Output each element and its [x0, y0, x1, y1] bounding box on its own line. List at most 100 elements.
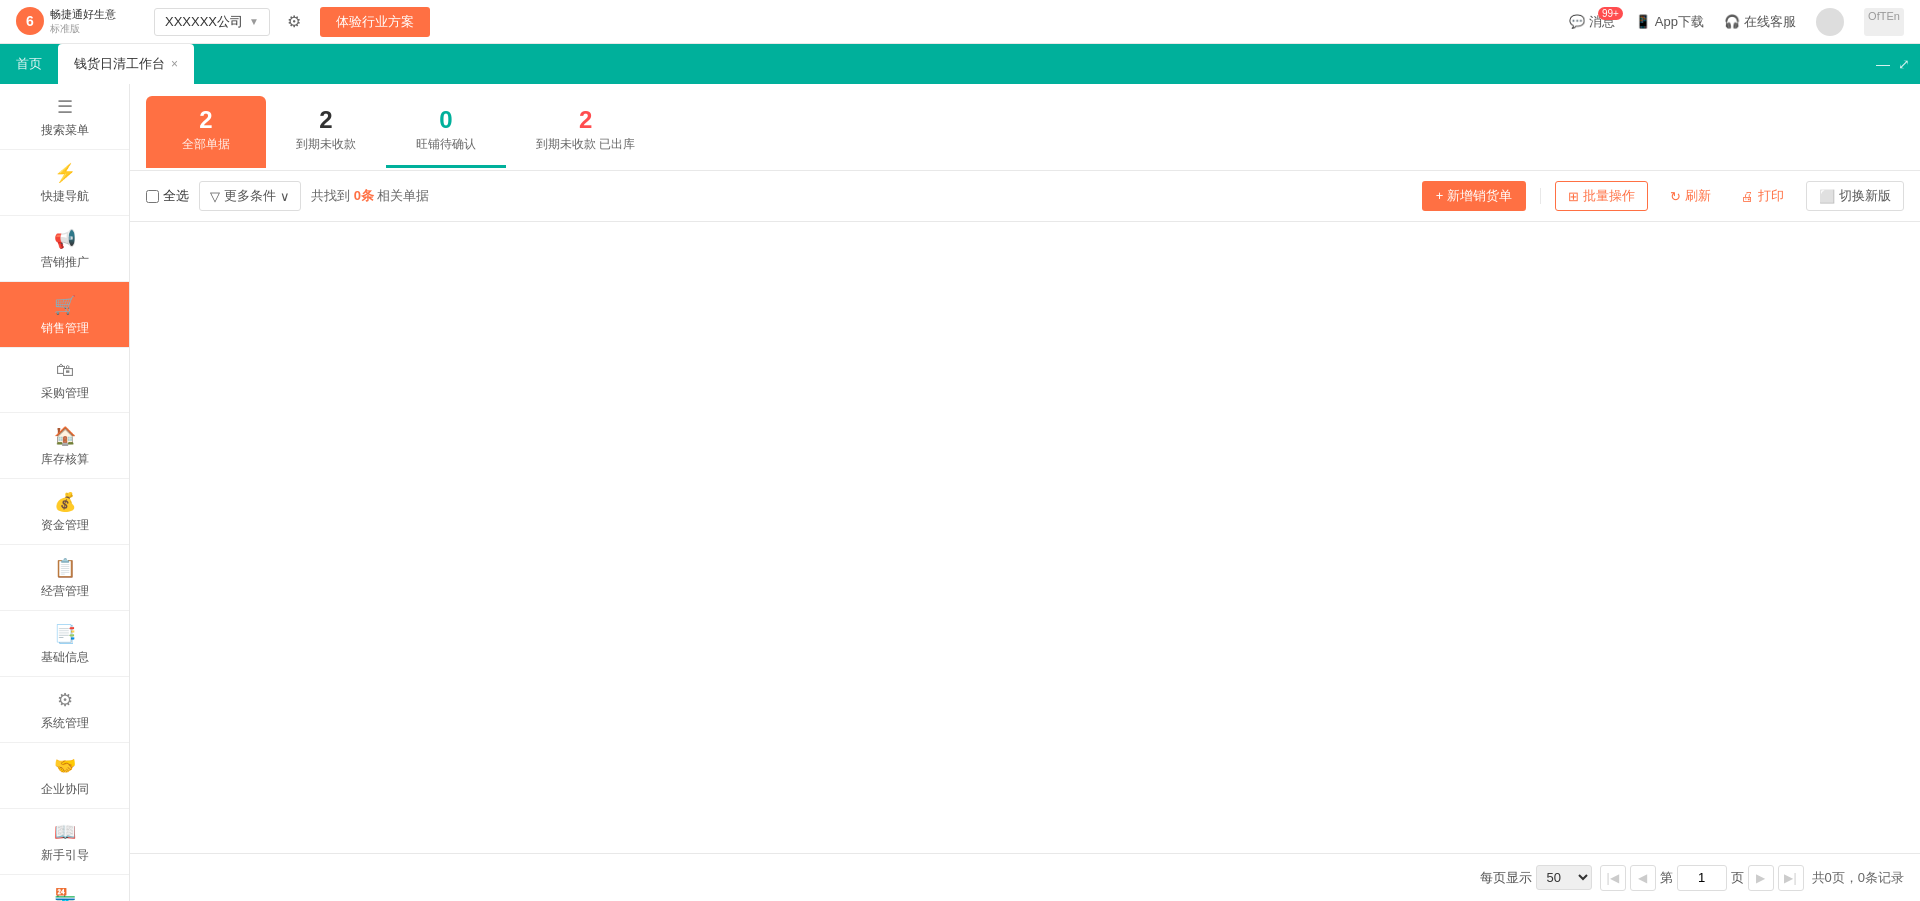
select-all-input[interactable] — [146, 190, 159, 203]
maximize-icon[interactable]: ⤢ — [1898, 56, 1910, 72]
toolbar-left: 全选 ▽ 更多条件 ∨ 共找到 0条 相关单据 — [146, 181, 1410, 211]
system-icon: ⚙ — [57, 689, 73, 711]
stat-tab-shipped[interactable]: 2 到期未收款 已出库 — [506, 96, 665, 168]
sidebar-item-operations[interactable]: 📋 经营管理 — [0, 545, 129, 611]
settings-icon[interactable]: ⚙ — [278, 6, 310, 38]
sidebar-item-sales[interactable]: 🛒 销售管理 — [0, 282, 129, 348]
search-menu-icon: ☰ — [57, 96, 73, 118]
sidebar-item-inventory[interactable]: 🏠 库存核算 — [0, 413, 129, 479]
download-icon: 📱 — [1635, 14, 1651, 29]
enterprise-icon: 🤝 — [54, 755, 76, 777]
sidebar-item-guide[interactable]: 📖 新手引导 — [0, 809, 129, 875]
last-page-button[interactable]: ▶| — [1778, 865, 1804, 891]
page-size-selector: 每页显示 50 20 100 — [1480, 865, 1592, 890]
guide-icon: 📖 — [54, 821, 76, 843]
sidebar-item-shortcuts[interactable]: ⚡ 快捷导航 — [0, 150, 129, 216]
toolbar-right: + 新增销货单 ⊞ 批量操作 ↻ 刷新 🖨 打印 ⬜ 切换新版 — [1422, 181, 1904, 211]
shortcut-icon: ⚡ — [54, 162, 76, 184]
operations-icon: 📋 — [54, 557, 76, 579]
main-layout: ☰ 搜索菜单 ⚡ 快捷导航 📢 营销推广 🛒 销售管理 🛍 采购管理 🏠 库存核… — [0, 84, 1920, 901]
sales-icon: 🛒 — [54, 294, 76, 316]
sidebar-item-enterprise[interactable]: 🤝 企业协同 — [0, 743, 129, 809]
sidebar-item-system[interactable]: ⚙ 系统管理 — [0, 677, 129, 743]
sidebar-item-purchase[interactable]: 🛍 采购管理 — [0, 348, 129, 413]
chevron-down-icon: ▼ — [249, 16, 259, 27]
stat-num-overdue: 2 — [319, 106, 332, 134]
message-badge: 99+ — [1598, 7, 1623, 20]
toolbar: 全选 ▽ 更多条件 ∨ 共找到 0条 相关单据 + 新增销货单 ⊞ 批 — [130, 171, 1920, 222]
finance-icon: 💰 — [54, 491, 76, 513]
user-name-area[interactable]: OfTEn — [1864, 8, 1904, 36]
stat-label-all: 全部单据 — [182, 136, 230, 153]
switch-version-button[interactable]: ⬜ 切换新版 — [1806, 181, 1904, 211]
nav-tab-actions: — ⤢ — [1876, 56, 1920, 72]
stat-tab-all[interactable]: 2 全部单据 — [146, 96, 266, 168]
tab-close-icon[interactable]: × — [171, 57, 178, 71]
batch-icon: ⊞ — [1568, 189, 1579, 204]
basic-info-icon: 📑 — [54, 623, 76, 645]
prev-page-button[interactable]: ◀ — [1630, 865, 1656, 891]
app-download-button[interactable]: 📱 App下载 — [1635, 13, 1704, 31]
page-number-input[interactable] — [1677, 865, 1727, 891]
print-button[interactable]: 🖨 打印 — [1733, 183, 1792, 209]
sidebar-item-search[interactable]: ☰ 搜索菜单 — [0, 84, 129, 150]
refresh-icon: ↻ — [1670, 189, 1681, 204]
avatar[interactable] — [1816, 8, 1844, 36]
marketing-icon: 📢 — [54, 228, 76, 250]
logo-text: 畅捷通好生意 — [50, 7, 116, 21]
stats-tabs: 2 全部单据 2 到期未收款 0 旺铺待确认 2 到期未收款 已出库 — [130, 84, 1920, 171]
filter-button[interactable]: ▽ 更多条件 ∨ — [199, 181, 301, 211]
sidebar-item-app-center[interactable]: 🏪 应用中心 — [0, 875, 129, 901]
message-button[interactable]: 💬 消息 99+ — [1569, 13, 1615, 31]
pagination: 每页显示 50 20 100 |◀ ◀ 第 页 ▶ ▶| 共0页，0条记录 — [130, 853, 1920, 901]
nav-tabs: 首页 钱货日清工作台 × — ⤢ — [0, 44, 1920, 84]
sidebar: ☰ 搜索菜单 ⚡ 快捷导航 📢 营销推广 🛒 销售管理 🛍 采购管理 🏠 库存核… — [0, 84, 130, 901]
new-sales-order-button[interactable]: + 新增销货单 — [1422, 181, 1526, 211]
stat-num-wangpu: 0 — [439, 106, 452, 134]
page-size-select[interactable]: 50 20 100 — [1536, 865, 1592, 890]
tab-qhrc[interactable]: 钱货日清工作台 × — [58, 44, 194, 84]
minimize-icon[interactable]: — — [1876, 56, 1890, 72]
page-total: 共0页，0条记录 — [1812, 869, 1904, 887]
content-area: 2 全部单据 2 到期未收款 0 旺铺待确认 2 到期未收款 已出库 — [130, 84, 1920, 901]
filter-chevron-icon: ∨ — [280, 189, 290, 204]
next-page-button[interactable]: ▶ — [1748, 865, 1774, 891]
app-center-icon: 🏪 — [54, 887, 76, 901]
first-page-button[interactable]: |◀ — [1600, 865, 1626, 891]
sidebar-item-marketing[interactable]: 📢 营销推广 — [0, 216, 129, 282]
print-icon: 🖨 — [1741, 189, 1754, 204]
stat-label-overdue: 到期未收款 — [296, 136, 356, 153]
stat-num-shipped: 2 — [579, 106, 592, 134]
page-navigation: |◀ ◀ 第 页 ▶ ▶| — [1600, 865, 1804, 891]
logo-icon: 6 — [16, 7, 44, 35]
batch-operation-button[interactable]: ⊞ 批量操作 — [1555, 181, 1648, 211]
purchase-icon: 🛍 — [56, 360, 74, 381]
company-name: XXXXXX公司 — [165, 13, 243, 31]
divider-1 — [1540, 188, 1541, 204]
sidebar-item-finance[interactable]: 💰 资金管理 — [0, 479, 129, 545]
stat-num-all: 2 — [199, 106, 212, 134]
stats-tabs-row: 2 全部单据 2 到期未收款 0 旺铺待确认 2 到期未收款 已出库 — [146, 96, 1904, 170]
inventory-icon: 🏠 — [54, 425, 76, 447]
refresh-button[interactable]: ↻ 刷新 — [1662, 183, 1719, 209]
stat-tab-wangpu[interactable]: 0 旺铺待确认 — [386, 96, 506, 168]
filter-icon: ▽ — [210, 189, 220, 204]
stat-label-shipped: 到期未收款 已出库 — [536, 136, 635, 153]
online-service-button[interactable]: 🎧 在线客服 — [1724, 13, 1796, 31]
table-area — [130, 222, 1920, 853]
logo-sub: 标准版 — [50, 22, 116, 36]
top-bar: 6 畅捷通好生意 标准版 XXXXXX公司 ▼ ⚙ 体验行业方案 💬 消息 99… — [0, 0, 1920, 44]
sidebar-item-basic-info[interactable]: 📑 基础信息 — [0, 611, 129, 677]
found-count: 0条 — [354, 188, 374, 203]
switch-icon: ⬜ — [1819, 189, 1835, 204]
select-all-checkbox[interactable]: 全选 — [146, 187, 189, 205]
tab-home[interactable]: 首页 — [0, 44, 58, 84]
top-bar-right: 💬 消息 99+ 📱 App下载 🎧 在线客服 OfTEn — [1569, 8, 1904, 36]
stat-label-wangpu: 旺铺待确认 — [416, 136, 476, 153]
found-text: 共找到 0条 相关单据 — [311, 187, 429, 205]
company-selector[interactable]: XXXXXX公司 ▼ — [154, 8, 270, 36]
service-icon: 🎧 — [1724, 14, 1740, 29]
stat-tab-overdue[interactable]: 2 到期未收款 — [266, 96, 386, 168]
experience-button[interactable]: 体验行业方案 — [320, 7, 430, 37]
logo: 6 畅捷通好生意 标准版 — [16, 7, 146, 35]
